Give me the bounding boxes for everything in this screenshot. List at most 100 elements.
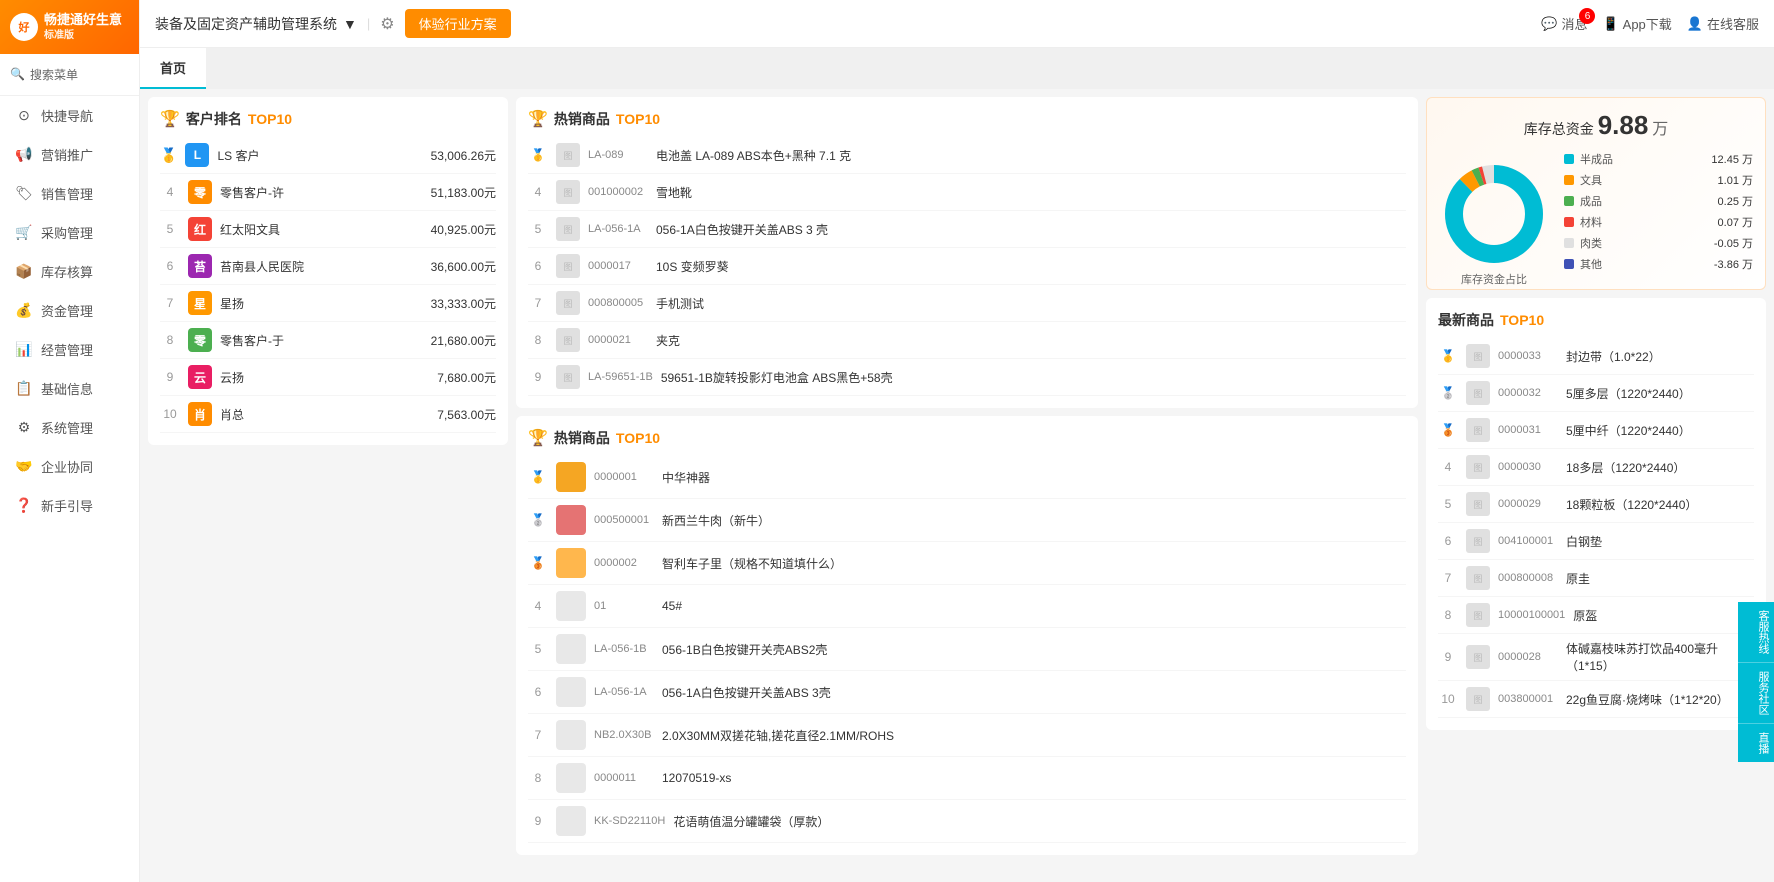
hot-products-card: 🏆 热销商品 TOP10 🥇 0000001 中华神器 🥈 000500001 … (516, 416, 1418, 855)
sidebar-item-system[interactable]: ⚙ 系统管理 (0, 408, 139, 447)
sidebar-item-basic-info[interactable]: 📋 基础信息 (0, 369, 139, 408)
nav-tabs: 首页 (140, 48, 1774, 89)
hot-rank-9: 9 (528, 814, 548, 828)
system-selector[interactable]: 装备及固定资产辅助管理系统 ▼ (155, 14, 357, 34)
sidebar-item-guide[interactable]: ❓ 新手引导 (0, 486, 139, 525)
message-btn[interactable]: 💬 消息 6 (1541, 14, 1587, 33)
app-download-btn[interactable]: 📱 App下载 (1602, 14, 1671, 33)
guide-icon: ❓ (15, 497, 33, 514)
new-name-8: 原盔 (1573, 607, 1754, 624)
legend-item-3: 材料 0.07 万 (1564, 214, 1753, 230)
legend-value-3: 0.07 万 (1718, 214, 1753, 230)
search-menu-btn[interactable]: 🔍 搜索菜单 (10, 62, 129, 87)
corp-coop-icon: 🤝 (15, 458, 33, 475)
legend-item-1: 文具 1.01 万 (1564, 172, 1753, 188)
new-rank-3: 🥉 (1438, 423, 1458, 437)
sidebar-item-purchase[interactable]: 🛒 采购管理 (0, 213, 139, 252)
new-img-4: 图 (1466, 455, 1490, 479)
hot-rank-5: 5 (528, 642, 548, 656)
legend-dot-0 (1564, 154, 1574, 164)
hot-img-6 (556, 677, 586, 707)
float-btn-community[interactable]: 服务社区 (1738, 663, 1774, 724)
float-btn-service[interactable]: 客服热线 (1738, 602, 1774, 663)
avatar-1: L (185, 143, 209, 167)
hot-img-2 (556, 505, 586, 535)
hot-code-2: 000500001 (594, 514, 654, 526)
sidebar-item-sales[interactable]: 🏷 销售管理 (0, 174, 139, 213)
message-icon: 💬 (1541, 16, 1557, 32)
rank-num-4: 6 (160, 259, 180, 273)
experience-btn[interactable]: 体验行业方案 (405, 9, 511, 38)
amount-2: 51,183.00元 (431, 184, 496, 201)
hot-right-img-4: 图 (556, 254, 580, 278)
sidebar-label-corp-coop: 企业协同 (41, 457, 93, 476)
float-btn-live[interactable]: 直播 (1738, 724, 1774, 762)
hot-right-rank-7: 9 (528, 370, 548, 384)
hot-name-6: 056-1A白色按键开关盖ABS 3壳 (662, 684, 1406, 701)
inventory-icon: 📦 (15, 263, 33, 280)
new-name-9: 体碱嘉枝味苏打饮品400毫升（1*15） (1566, 640, 1754, 674)
name-7: 云扬 (220, 369, 429, 386)
tab-home[interactable]: 首页 (140, 48, 206, 89)
new-rank-7: 7 (1438, 571, 1458, 585)
sidebar-search-area[interactable]: 🔍 搜索菜单 (0, 54, 139, 96)
inventory-amount: 9.88 (1598, 110, 1649, 140)
legend-value-2: 0.25 万 (1718, 193, 1753, 209)
hot-name-5: 056-1B白色按键开关壳ABS2壳 (662, 641, 1406, 658)
sidebar-item-corp-coop[interactable]: 🤝 企业协同 (0, 447, 139, 486)
rank-num-3: 5 (160, 222, 180, 236)
middle-column: 🏆 热销商品 TOP10 🥇 图 LA-089 电池盖 LA-089 ABS本色… (516, 97, 1418, 874)
sidebar-label-operation: 经营管理 (41, 340, 93, 359)
hot-rank-7: 7 (528, 728, 548, 742)
trophy-icon-3: 🏆 (528, 428, 548, 448)
hot-right-rank-4: 6 (528, 259, 548, 273)
rank-item-4: 6 苔 苔南县人民医院 36,600.00元 (160, 248, 496, 285)
customer-ranking-top: TOP10 (248, 111, 292, 127)
new-products-title: 最新商品 (1438, 310, 1494, 330)
hot-item-1: 🥇 0000001 中华神器 (528, 456, 1406, 499)
hot-code-9: KK-SD22110H (594, 815, 665, 827)
amount-3: 40,925.00元 (431, 221, 496, 238)
sidebar-item-quick-nav[interactable]: ⊙ 快捷导航 (0, 96, 139, 135)
right-column: 库存总资金 9.88 万 (1426, 97, 1766, 874)
new-item-2: 🥈 图 0000032 5厘多层（1220*2440） (1438, 375, 1754, 412)
legend-name-5: 其他 (1580, 256, 1708, 272)
hot-rank-3: 🥉 (528, 556, 548, 570)
sidebar-item-finance[interactable]: 💰 资金管理 (0, 291, 139, 330)
inventory-chart-area: 库存资金占比 半成品 12.45 万 文具 1.01 万 (1439, 151, 1753, 277)
hot-name-7: 2.0X30MM双搓花轴,搓花直径2.1MM/ROHS (662, 727, 1406, 744)
sidebar-brand: 畅捷通好生意 标准版 (44, 12, 122, 42)
brand-sub: 标准版 (44, 29, 122, 42)
hot-img-1 (556, 462, 586, 492)
left-column: 🏆 客户排名 TOP10 🥇 L LS 客户 53,006.26元 4 零 零售… (148, 97, 508, 874)
hot-right-item-5: 7 图 000800005 手机测试 (528, 285, 1406, 322)
sidebar-item-operation[interactable]: 📊 经营管理 (0, 330, 139, 369)
new-products-header: 最新商品 TOP10 (1438, 310, 1754, 330)
sidebar-item-inventory[interactable]: 📦 库存核算 (0, 252, 139, 291)
sidebar-item-marketing[interactable]: 📢 营销推广 (0, 135, 139, 174)
sidebar-label-marketing: 营销推广 (41, 145, 93, 164)
legend-dot-3 (1564, 217, 1574, 227)
hot-right-name-5: 手机测试 (656, 295, 1406, 312)
medal-1: 🥇 (160, 147, 177, 164)
hot-item-3: 🥉 0000002 智利车子里（规格不知道填什么） (528, 542, 1406, 585)
name-2: 零售客户-许 (220, 184, 423, 201)
name-3: 红太阳文具 (220, 221, 423, 238)
new-img-9: 图 (1466, 645, 1490, 669)
new-item-5: 5 图 0000029 18颗粒板（1220*2440） (1438, 486, 1754, 523)
new-item-6: 6 图 004100001 白钢垫 (1438, 523, 1754, 560)
online-service-btn[interactable]: 👤 在线客服 (1687, 14, 1759, 33)
hot-right-img-2: 图 (556, 180, 580, 204)
hot-item-8: 8 0000011 12070519-xs (528, 757, 1406, 800)
settings-icon[interactable]: ⚙ (380, 14, 394, 34)
new-name-2: 5厘多层（1220*2440） (1566, 385, 1754, 402)
hot-right-name-4: 10S 变频罗葵 (656, 258, 1406, 275)
new-rank-1: 🥇 (1438, 349, 1458, 363)
service-icon: 👤 (1687, 16, 1703, 32)
hot-rank-4: 4 (528, 599, 548, 613)
hot-right-code-5: 000800005 (588, 297, 648, 309)
sidebar-label-finance: 资金管理 (41, 301, 93, 320)
hot-right-img-3: 图 (556, 217, 580, 241)
rank-num-5: 7 (160, 296, 180, 310)
hot-name-9: 花语萌值温分罐罐袋（厚款） (673, 813, 1406, 830)
